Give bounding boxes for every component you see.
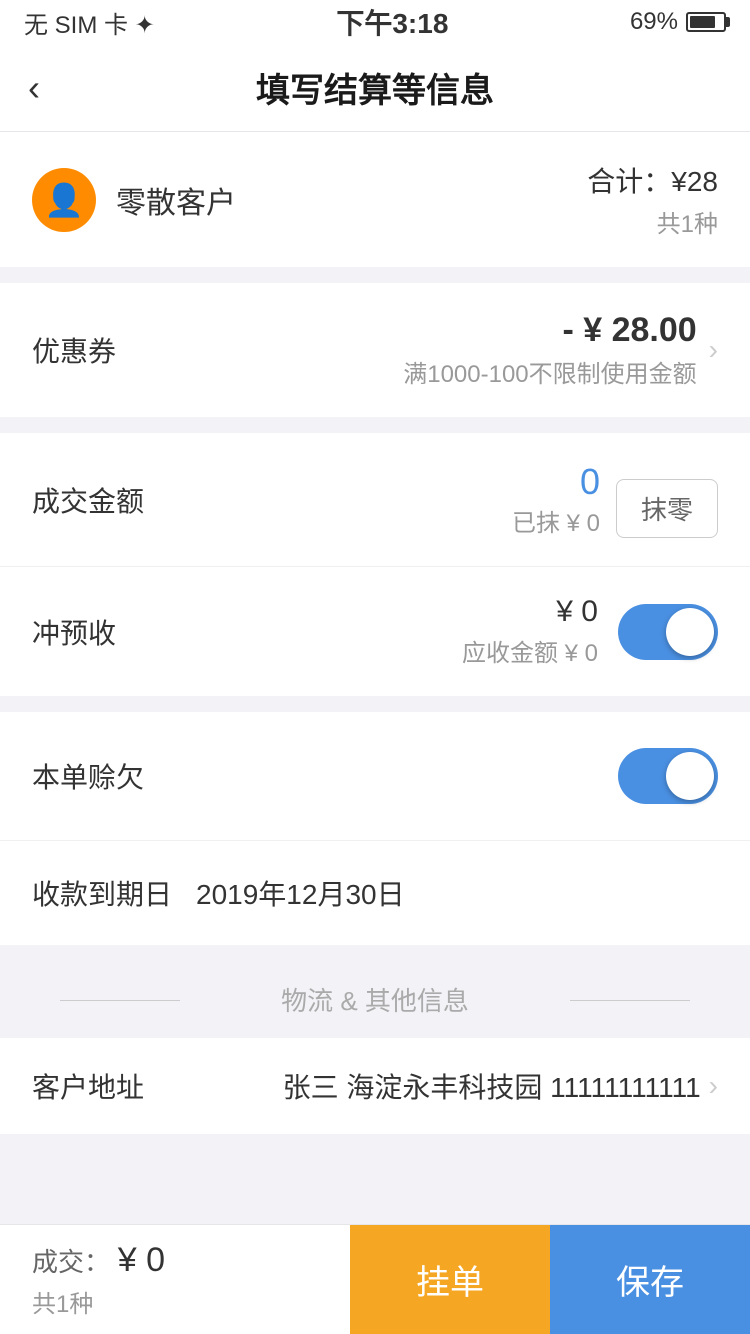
transaction-col: 0 已抹 ¥ 0 bbox=[512, 461, 600, 538]
transaction-section: 成交金额 0 已抹 ¥ 0 抹零 冲预收 ¥ 0 应收金额 ¥ 0 bbox=[0, 433, 750, 696]
duedate-value[interactable]: 2019年12月30日 bbox=[196, 873, 405, 913]
address-chevron-icon: › bbox=[709, 1070, 718, 1102]
coupon-row[interactable]: 优惠券 - ¥ 28.00 满1000-100不限制使用金额 › bbox=[0, 283, 750, 417]
debt-label: 本单赊欠 bbox=[32, 756, 144, 796]
address-row[interactable]: 客户地址 张三 海淀永丰科技园 11111111111 › bbox=[0, 1038, 750, 1134]
customer-total: 合计：¥28 bbox=[587, 160, 718, 200]
coupon-desc: 满1000-100不限制使用金额 bbox=[403, 354, 696, 389]
coupon-section: 优惠券 - ¥ 28.00 满1000-100不限制使用金额 › bbox=[0, 283, 750, 417]
hold-button[interactable]: 挂单 bbox=[350, 1225, 550, 1334]
debt-row: 本单赊欠 bbox=[0, 712, 750, 840]
transaction-label: 成交金额 bbox=[32, 480, 144, 520]
battery-icon bbox=[686, 12, 726, 32]
sim-status: 无 SIM 卡 ✦ bbox=[24, 5, 155, 40]
address-label: 客户地址 bbox=[32, 1066, 144, 1106]
prereceive-sub-amount: 应收金额 ¥ 0 bbox=[462, 633, 598, 668]
content: 👤 零散客户 合计：¥28 共1种 优惠券 - ¥ 28.00 满1000-10… bbox=[0, 132, 750, 1270]
prereceive-amounts: ¥ 0 应收金额 ¥ 0 bbox=[462, 595, 598, 668]
bottom-trans-line: 成交： ¥ 0 bbox=[32, 1241, 318, 1280]
logistics-header-text: 物流 & 其他信息 bbox=[281, 986, 469, 1016]
toggle-knob bbox=[666, 608, 714, 656]
status-left: 无 SIM 卡 ✦ bbox=[24, 5, 155, 40]
customer-avatar: 👤 bbox=[32, 168, 96, 232]
prereceive-toggle[interactable] bbox=[618, 604, 718, 660]
customer-left: 👤 零散客户 bbox=[32, 168, 236, 232]
prereceive-right: ¥ 0 应收金额 ¥ 0 bbox=[462, 595, 718, 668]
page-title: 填写结算等信息 bbox=[256, 63, 494, 112]
status-bar: 无 SIM 卡 ✦ 下午3:18 69% bbox=[0, 0, 750, 44]
person-icon: 👤 bbox=[44, 181, 84, 219]
duedate-label: 收款到期日 bbox=[32, 873, 172, 913]
transaction-sub: 已抹 ¥ 0 bbox=[512, 503, 600, 538]
debt-toggle[interactable] bbox=[618, 748, 718, 804]
nav-bar: ‹ 填写结算等信息 bbox=[0, 44, 750, 132]
transaction-right: 0 已抹 ¥ 0 抹零 bbox=[512, 461, 718, 538]
address-section: 客户地址 张三 海淀永丰科技园 11111111111 › bbox=[0, 1038, 750, 1134]
customer-right: 合计：¥28 共1种 bbox=[587, 160, 718, 239]
status-time: 下午3:18 bbox=[336, 2, 448, 42]
chevron-right-icon: › bbox=[709, 334, 718, 366]
debt-toggle-knob bbox=[666, 752, 714, 800]
coupon-value: - ¥ 28.00 满1000-100不限制使用金额 bbox=[403, 311, 696, 389]
save-button[interactable]: 保存 bbox=[550, 1225, 750, 1334]
bottom-amount: ¥ 0 bbox=[118, 1241, 165, 1279]
customer-section: 👤 零散客户 合计：¥28 共1种 bbox=[0, 132, 750, 267]
bottom-info: 成交： ¥ 0 共1种 bbox=[0, 1241, 350, 1319]
customer-row: 👤 零散客户 合计：¥28 共1种 bbox=[0, 132, 750, 267]
coupon-amount: - ¥ 28.00 bbox=[403, 311, 696, 350]
status-right: 69% bbox=[630, 8, 726, 36]
transaction-amount[interactable]: 0 bbox=[512, 461, 600, 503]
address-right: 张三 海淀永丰科技园 11111111111 › bbox=[283, 1066, 718, 1106]
coupon-right: - ¥ 28.00 满1000-100不限制使用金额 › bbox=[403, 311, 718, 389]
debt-section: 本单赊欠 收款到期日 2019年12月30日 bbox=[0, 712, 750, 945]
prereceive-row: 冲预收 ¥ 0 应收金额 ¥ 0 bbox=[0, 566, 750, 696]
bottom-trans-label: 成交： bbox=[32, 1247, 110, 1277]
coupon-label: 优惠券 bbox=[32, 330, 116, 370]
customer-count: 共1种 bbox=[587, 204, 718, 239]
duedate-row: 收款到期日 2019年12月30日 bbox=[0, 840, 750, 945]
address-value: 张三 海淀永丰科技园 11111111111 bbox=[283, 1066, 701, 1106]
bottom-count: 共1种 bbox=[32, 1284, 318, 1319]
customer-name: 零散客户 bbox=[116, 178, 236, 222]
back-button[interactable]: ‹ bbox=[28, 67, 40, 109]
round-zero-button[interactable]: 抹零 bbox=[616, 479, 718, 538]
logistics-section-header: 物流 & 其他信息 bbox=[0, 961, 750, 1038]
transaction-row: 成交金额 0 已抹 ¥ 0 抹零 bbox=[0, 433, 750, 566]
bottom-bar: 成交： ¥ 0 共1种 挂单 保存 bbox=[0, 1224, 750, 1334]
battery-percent: 69% bbox=[630, 8, 678, 36]
prereceive-label: 冲预收 bbox=[32, 612, 116, 652]
prereceive-main-amount: ¥ 0 bbox=[462, 595, 598, 629]
